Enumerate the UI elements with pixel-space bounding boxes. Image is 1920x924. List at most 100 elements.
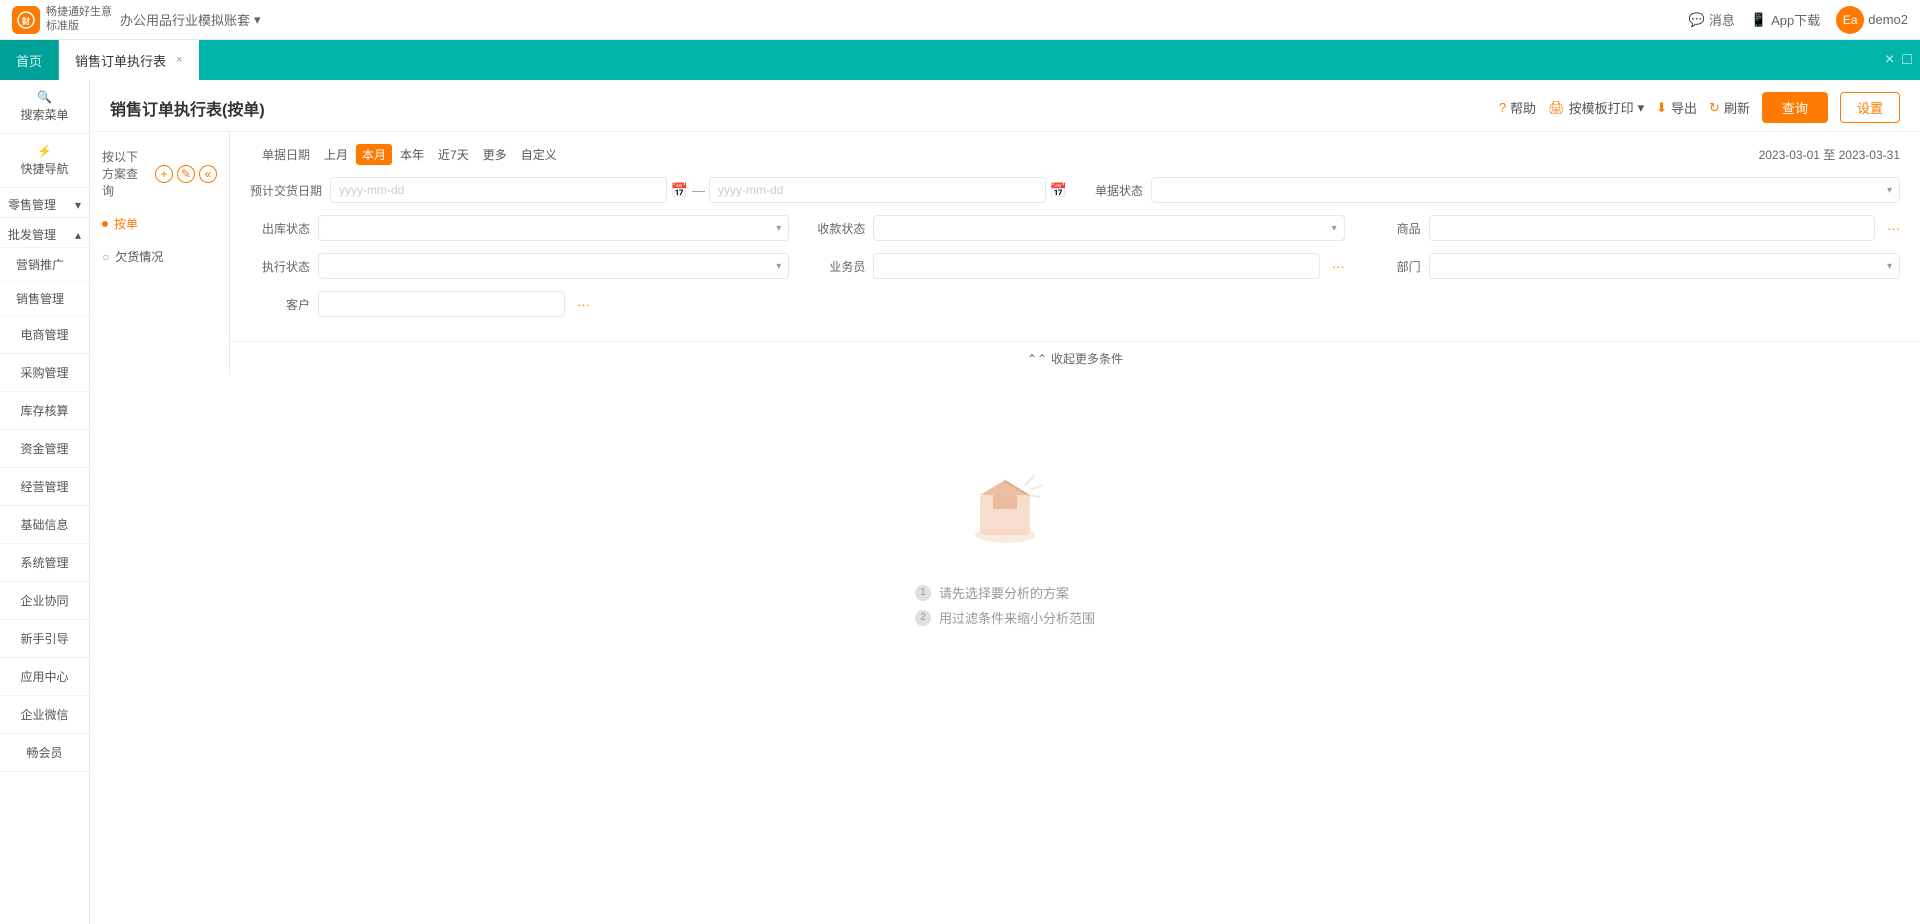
tab-home[interactable]: 首页 [0, 40, 59, 80]
date-tab-recent7[interactable]: 近7天 [432, 144, 475, 165]
basic-label: 基础信息 [20, 516, 68, 533]
sidebar-item-basic[interactable]: 基础信息 [0, 506, 89, 544]
bill-status-select[interactable] [1151, 177, 1900, 203]
refresh-button[interactable]: ↻ 刷新 [1709, 98, 1750, 117]
print-button[interactable]: 🖨 按模板打印 ▾ [1548, 98, 1644, 117]
sidebar-item-wechat[interactable]: 企业微信 [0, 696, 89, 734]
sidebar-sub-sales[interactable]: 销售管理 [0, 282, 89, 316]
sidebar-item-enterprise[interactable]: 企业协同 [0, 582, 89, 620]
sidebar-item-retail[interactable]: 零售管理 ▾ [0, 188, 89, 218]
date-tab-thismonth[interactable]: 本月 [356, 144, 392, 165]
app-download-action[interactable]: 📱 App下载 [1751, 10, 1820, 29]
scheme-item-order[interactable]: 按单 [90, 207, 229, 240]
avatar: Ea [1836, 6, 1864, 34]
sidebar-item-newguide[interactable]: 新手引导 [0, 620, 89, 658]
sidebar-item-finance[interactable]: 资金管理 [0, 430, 89, 468]
system-label: 系统管理 [20, 554, 68, 571]
logo-icon: 财 [12, 6, 40, 34]
user-action[interactable]: Ea demo2 [1836, 6, 1908, 34]
filter-row-2: 预计交货日期 📅 — 📅 [250, 177, 1900, 203]
collection-status-label: 收款状态 [805, 220, 865, 237]
goods-more-icon[interactable]: ··· [1887, 221, 1900, 236]
goods-input[interactable] [1429, 215, 1875, 241]
collapse-more-label: 收起更多条件 [1051, 350, 1123, 367]
empty-state: 1 请先选择要分析的方案 2 用过滤条件来缩小分析范围 [90, 375, 1920, 713]
add-icon: + [160, 167, 167, 181]
filter-bill-status: 单据状态 ▾ [1083, 177, 1900, 203]
tab-maximize-btn[interactable]: □ [1902, 51, 1912, 69]
sidebar-item-member[interactable]: 畅会员 [0, 734, 89, 772]
sidebar-sub-marketing[interactable]: 营销推广 [0, 248, 89, 282]
svg-text:财: 财 [21, 16, 30, 26]
date-tab-prev[interactable]: 上月 [318, 144, 354, 165]
finance-label: 资金管理 [20, 440, 68, 457]
print-icon: 🖨 [1548, 100, 1565, 116]
retail-label: 零售管理 [8, 196, 56, 213]
department-select[interactable] [1429, 253, 1900, 279]
setup-button[interactable]: 设置 [1840, 92, 1900, 123]
sidebar-item-operations[interactable]: 经营管理 [0, 468, 89, 506]
date-tab-thisyear[interactable]: 本年 [394, 144, 430, 165]
scheme-item1-label: 按单 [114, 215, 138, 232]
customer-input[interactable] [318, 291, 565, 317]
filter-sidebar-header: 按以下方案查询 + ✎ « [90, 144, 229, 207]
collapse-up-icon: ⌃⌃ [1027, 352, 1047, 366]
member-label: 畅会员 [26, 744, 62, 761]
sidebar-item-wholesale[interactable]: 批发管理 ▴ [0, 218, 89, 248]
exec-status-select-wrap: ▾ [318, 253, 789, 279]
retail-arrow: ▾ [75, 198, 81, 212]
ship-status-select-wrap: ▾ [318, 215, 789, 241]
tab-bar-actions: × □ [1885, 51, 1920, 69]
salesperson-more-icon[interactable]: ··· [1332, 259, 1345, 274]
sidebar-item-quicknav[interactable]: ⚡ 快捷导航 [0, 134, 89, 188]
edit-scheme-button[interactable]: ✎ [177, 165, 195, 183]
add-scheme-button[interactable]: + [155, 165, 173, 183]
collapse-bar[interactable]: ⌃⌃ 收起更多条件 [230, 341, 1920, 375]
scheme-item-backorder[interactable]: ○ 欠货情况 [90, 240, 229, 273]
collection-status-select[interactable] [873, 215, 1344, 241]
filter-expected-date: 预计交货日期 📅 — 📅 [250, 177, 1067, 203]
expected-start-input[interactable] [330, 177, 667, 203]
ship-status-select[interactable] [318, 215, 789, 241]
page-header: 销售订单执行表(按单) ? 帮助 🖨 按模板打印 ▾ ⬇ 导出 [90, 80, 1920, 132]
breadcrumb-selector[interactable]: 办公用品行业模拟账套 ▾ [120, 10, 261, 29]
date-tabs: 上月 本月 本年 近7天 更多 自定义 [318, 144, 563, 165]
filter-sidebar-header-actions: + ✎ « [155, 165, 217, 183]
salesperson-input[interactable] [873, 253, 1319, 279]
collapse-scheme-button[interactable]: « [199, 165, 217, 183]
sidebar-item-appcenter[interactable]: 应用中心 [0, 658, 89, 696]
tab-active[interactable]: 销售订单执行表 × [59, 40, 199, 80]
date-tab-custom[interactable]: 自定义 [515, 144, 563, 165]
tab-close-icon[interactable]: × [176, 54, 182, 66]
query-button[interactable]: 查询 [1762, 92, 1828, 123]
help-button[interactable]: ? 帮助 [1499, 98, 1536, 117]
message-action[interactable]: 💬 消息 [1689, 10, 1735, 29]
sidebar-item-search[interactable]: 🔍 搜索菜单 [0, 80, 89, 134]
calendar-start-icon[interactable]: 📅 [671, 182, 688, 199]
wholesale-label: 批发管理 [8, 226, 56, 243]
expected-end-input[interactable] [709, 177, 1046, 203]
exec-status-select[interactable] [318, 253, 789, 279]
date-tab-more[interactable]: 更多 [477, 144, 513, 165]
export-button[interactable]: ⬇ 导出 [1656, 98, 1697, 117]
filter-salesperson: 业务员 ··· [805, 253, 1344, 279]
marketing-label: 营销推广 [16, 258, 64, 272]
customer-more-icon[interactable]: ··· [577, 297, 590, 312]
wechat-label: 企业微信 [20, 706, 68, 723]
inventory-label: 库存核算 [20, 402, 68, 419]
step2-label: 用过滤条件来缩小分析范围 [939, 608, 1095, 627]
quicknav-label: 快捷导航 [20, 160, 68, 177]
filter-row-1: 单据日期 上月 本月 本年 近7天 更多 自定义 [250, 144, 1900, 165]
tab-close-btn[interactable]: × [1885, 51, 1894, 69]
main-layout: 🔍 搜索菜单 ⚡ 快捷导航 零售管理 ▾ 批发管理 ▴ 营销推广 销售管理 电商… [0, 80, 1920, 924]
sidebar-item-purchase[interactable]: 采购管理 [0, 354, 89, 392]
appcenter-label: 应用中心 [20, 668, 68, 685]
sidebar-item-system[interactable]: 系统管理 [0, 544, 89, 582]
sidebar-item-inventory[interactable]: 库存核算 [0, 392, 89, 430]
filter-row-3: 出库状态 ▾ 收款状态 [250, 215, 1900, 241]
tab-bar: 首页 销售订单执行表 × × □ [0, 40, 1920, 80]
collection-status-select-wrap: ▾ [873, 215, 1344, 241]
sidebar-item-ecommerce[interactable]: 电商管理 [0, 316, 89, 354]
help-icon: ? [1499, 100, 1506, 115]
calendar-end-icon[interactable]: 📅 [1050, 182, 1067, 199]
